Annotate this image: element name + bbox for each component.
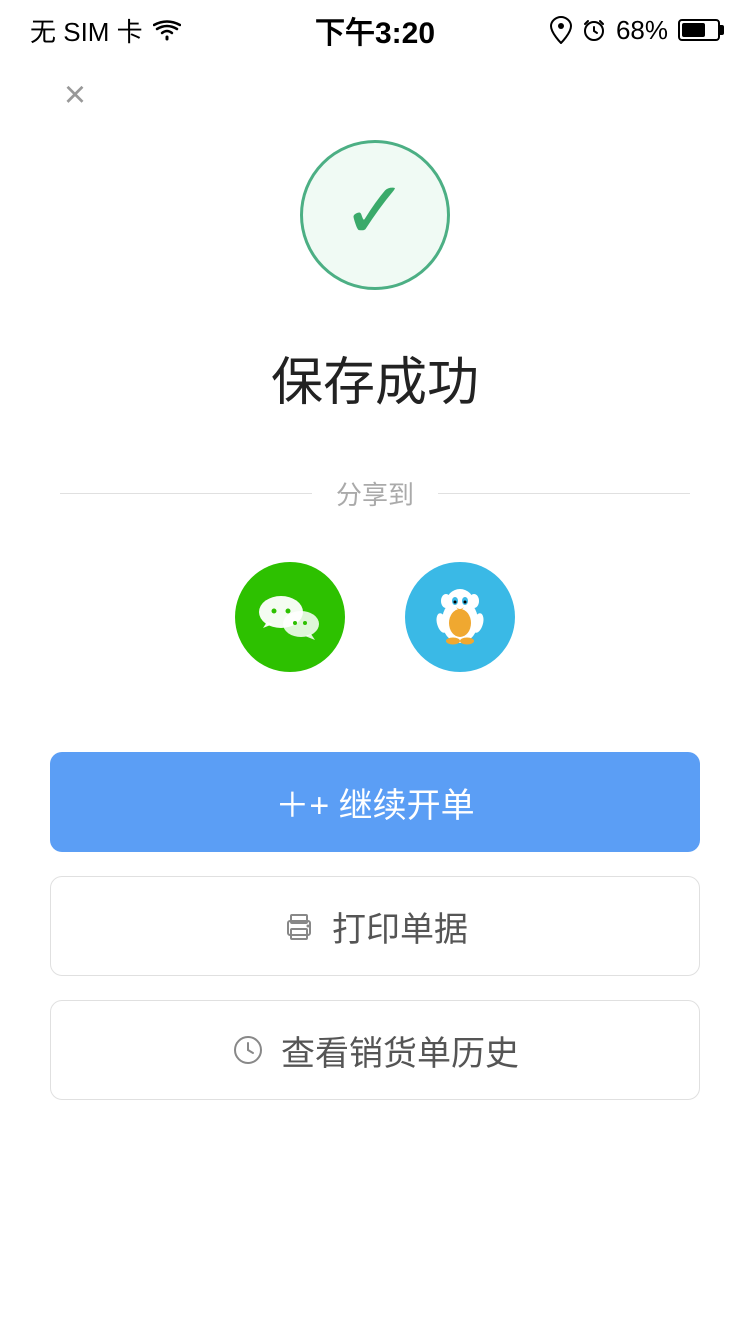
success-title: 保存成功 (271, 340, 479, 415)
history-button[interactable]: 查看销货单历史 (50, 1000, 700, 1100)
battery-icon (678, 19, 720, 41)
wechat-icon (255, 582, 325, 652)
sim-status: 无 SIM 卡 (30, 12, 143, 49)
alarm-icon (582, 18, 606, 42)
wifi-icon (153, 19, 181, 41)
close-icon: × (64, 76, 86, 114)
plus-icon: ＋ (275, 778, 309, 827)
status-bar-left: 无 SIM 卡 (30, 12, 181, 49)
battery-fill (682, 23, 705, 37)
printer-icon (282, 909, 316, 943)
main-content: ✓ 保存成功 分享到 (0, 60, 750, 1100)
status-bar-right: 68% (550, 15, 720, 46)
close-button[interactable]: × (50, 70, 100, 120)
share-divider: 分享到 (0, 475, 750, 512)
share-icons (235, 562, 515, 672)
share-qq-button[interactable] (405, 562, 515, 672)
print-button[interactable]: 打印单据 (50, 876, 700, 976)
divider-line-right (438, 493, 690, 494)
success-circle: ✓ (300, 140, 450, 290)
continue-button[interactable]: ＋ + 继续开单 (50, 752, 700, 852)
share-label: 分享到 (312, 475, 438, 512)
location-icon (550, 16, 572, 44)
history-label: 查看销货单历史 (281, 1026, 519, 1075)
status-bar: 无 SIM 卡 下午3:20 68% (0, 0, 750, 60)
share-wechat-button[interactable] (235, 562, 345, 672)
action-buttons: ＋ + 继续开单 打印单据 查看销货单历 (0, 752, 750, 1100)
divider-line-left (60, 493, 312, 494)
checkmark-icon: ✓ (341, 171, 408, 251)
qq-icon (428, 585, 493, 650)
print-label: 打印单据 (332, 902, 468, 951)
clock-icon (231, 1033, 265, 1067)
battery-percentage: 68% (616, 15, 668, 46)
continue-label: + 继续开单 (309, 778, 474, 827)
status-bar-time: 下午3:20 (315, 8, 435, 52)
